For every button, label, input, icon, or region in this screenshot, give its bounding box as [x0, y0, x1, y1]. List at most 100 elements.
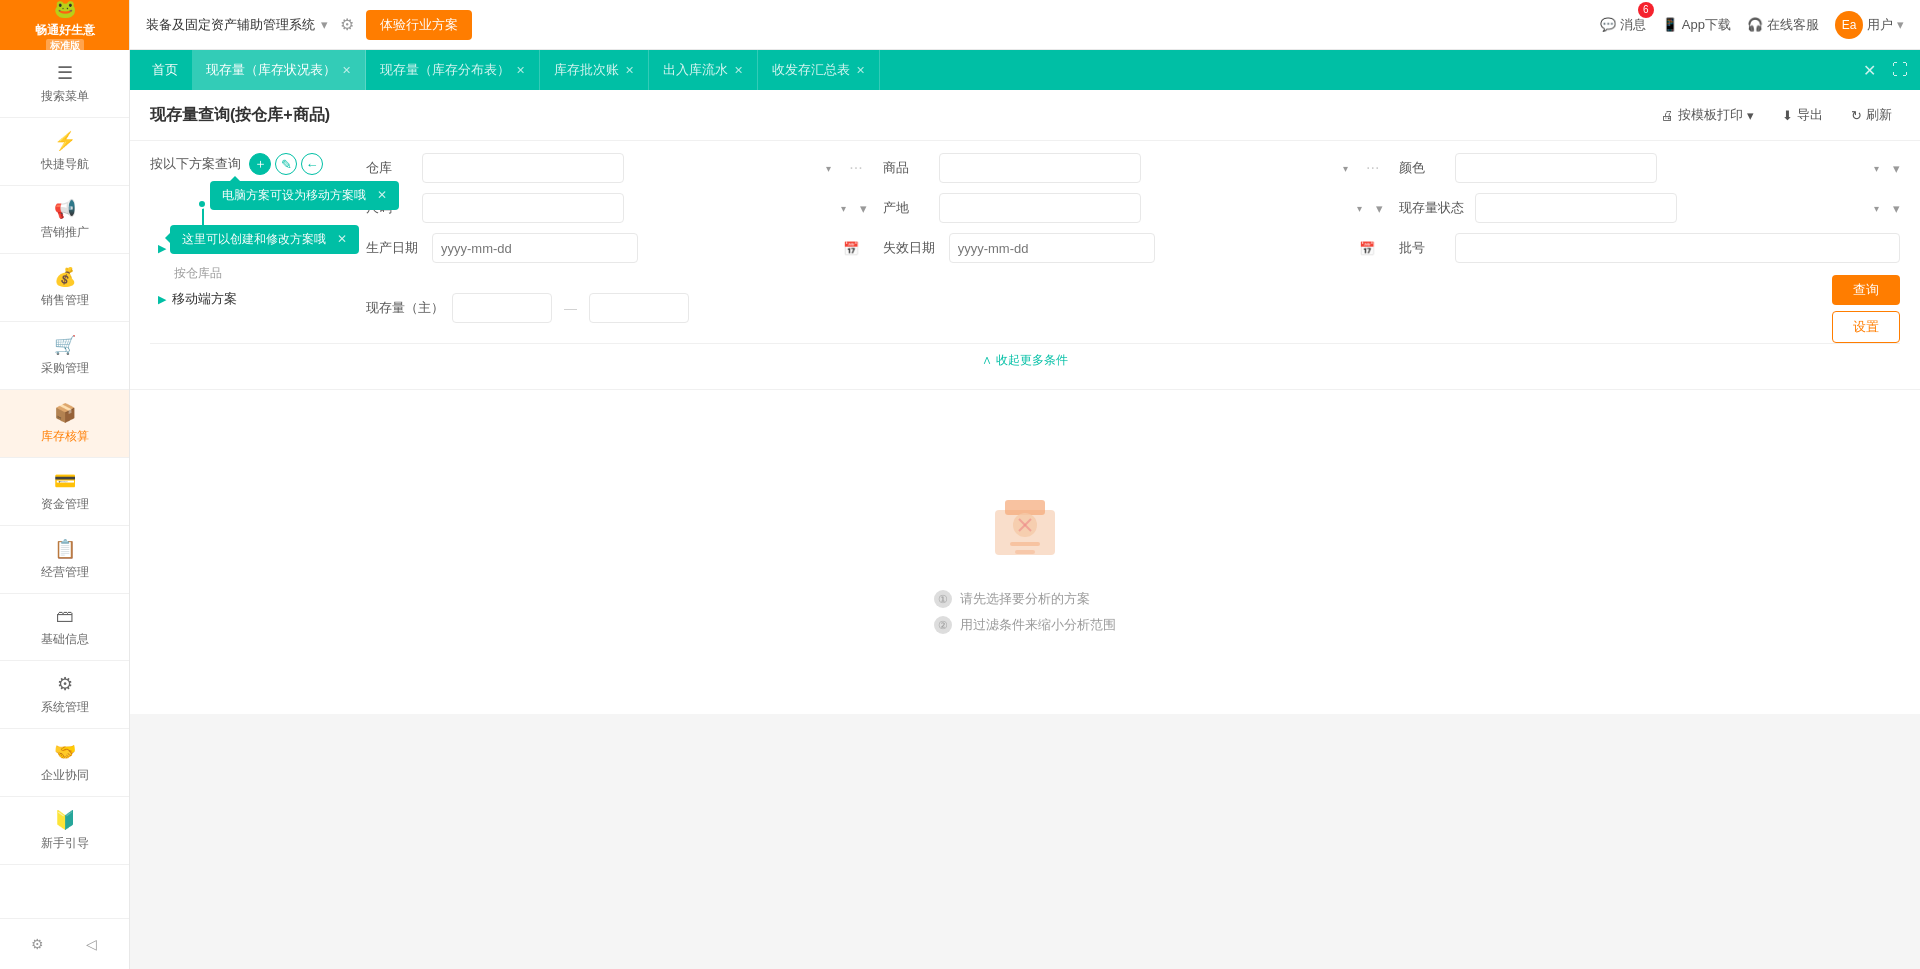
page-header: 现存量查询(按仓库+商品) 🖨 按模板打印 ▾ ⬇ 导出 ↻ 刷新: [130, 90, 1920, 141]
online-service-item[interactable]: 🎧 在线客服: [1747, 16, 1819, 34]
tab-in-out-flow[interactable]: 出入库流水 ✕: [649, 50, 758, 90]
sidebar-item-marketing[interactable]: 📢 营销推广: [0, 186, 129, 254]
collapse-btn[interactable]: ◁: [77, 929, 107, 959]
header-left: 装备及固定资产辅助管理系统 ▾ ⚙ 体验行业方案: [146, 10, 472, 40]
size-chevron-icon[interactable]: ▾: [860, 201, 867, 216]
batch-label: 批号: [1399, 239, 1449, 257]
tip-num-2: ②: [934, 616, 952, 634]
print-template-label: 按模板打印: [1678, 106, 1743, 124]
batch-input[interactable]: [1455, 233, 1900, 263]
tab-inventory-dist[interactable]: 现存量（库存分布表） ✕: [366, 50, 540, 90]
size-input[interactable]: [422, 193, 624, 223]
origin-select-wrap: [939, 193, 1371, 223]
tab-receive-summary-label: 收发存汇总表: [772, 61, 850, 79]
tab-receive-summary[interactable]: 收发存汇总表 ✕: [758, 50, 880, 90]
production-date-input[interactable]: [432, 233, 638, 263]
print-icon: 🖨: [1661, 108, 1674, 123]
sidebar-item-inventory[interactable]: 📦 库存核算: [0, 390, 129, 458]
sidebar-item-quick-nav[interactable]: ⚡ 快捷导航: [0, 118, 129, 186]
sidebar-item-search-menu[interactable]: ☰ 搜索菜单: [0, 50, 129, 118]
sidebar-item-base-info[interactable]: 🗃 基础信息: [0, 594, 129, 661]
tab-close-icon[interactable]: ✕: [516, 64, 525, 77]
filter-area: 按以下方案查询 ＋ ✎ ← 电脑方案可设为移动方案哦 ✕: [130, 141, 1920, 390]
stock-status-chevron-icon[interactable]: ▾: [1893, 201, 1900, 216]
add-scheme-icon[interactable]: ＋: [249, 153, 271, 175]
print-template-btn[interactable]: 🖨 按模板打印 ▾: [1653, 102, 1762, 128]
stock-main-from-input[interactable]: [452, 293, 552, 323]
sidebar-item-purchase[interactable]: 🛒 采购管理: [0, 322, 129, 390]
filter-label: 按以下方案查询: [150, 155, 241, 173]
notification-item[interactable]: 💬 6 消息: [1600, 16, 1646, 34]
empty-illustration: [975, 470, 1075, 570]
tab-close-icon[interactable]: ✕: [342, 64, 351, 77]
export-btn[interactable]: ⬇ 导出: [1774, 102, 1831, 128]
stock-status-select-wrap: [1475, 193, 1887, 223]
color-chevron-icon[interactable]: ▾: [1893, 161, 1900, 176]
sidebar-item-enterprise[interactable]: 🤝 企业协同: [0, 729, 129, 797]
settings-btn[interactable]: ⚙: [22, 929, 52, 959]
filter-row-4: 现存量（主） — 查询 设置: [366, 273, 1900, 343]
tabs-bar: 首页 现存量（库存状况表） ✕ 现存量（库存分布表） ✕ 库存批次账 ✕ 出入库…: [130, 50, 1920, 90]
create-tooltip-close[interactable]: ✕: [337, 232, 347, 246]
origin-input[interactable]: [939, 193, 1141, 223]
sidebar-item-sales[interactable]: 💰 销售管理: [0, 254, 129, 322]
refresh-label: 刷新: [1866, 106, 1892, 124]
empty-state: ① 请先选择要分析的方案 ② 用过滤条件来缩小分析范围: [130, 390, 1920, 714]
tab-close-icon[interactable]: ✕: [856, 64, 865, 77]
avatar: Ea: [1835, 11, 1863, 39]
tab-inventory-status[interactable]: 现存量（库存状况表） ✕: [192, 50, 366, 90]
calendar-icon[interactable]: 📅: [1359, 241, 1375, 256]
refresh-icon: ↻: [1851, 108, 1862, 123]
avatar-text: Ea: [1842, 18, 1857, 32]
svg-rect-6: [1015, 550, 1035, 554]
sidebar-item-system[interactable]: ⚙ 系统管理: [0, 661, 129, 729]
logo: 🐸 畅通好生意 标准版: [0, 0, 129, 50]
goods-input[interactable]: [939, 153, 1141, 183]
warehouse-input[interactable]: [422, 153, 624, 183]
sidebar-item-label: 营销推广: [41, 224, 89, 241]
warehouse-field: 仓库 ···: [366, 153, 867, 183]
edit-scheme-icon[interactable]: ✎: [275, 153, 297, 175]
stock-status-input[interactable]: [1475, 193, 1677, 223]
back-scheme-icon[interactable]: ←: [301, 153, 323, 175]
tab-home[interactable]: 首页: [138, 50, 192, 90]
mobile-scheme-arrow-icon: ▶: [158, 293, 166, 306]
expire-date-input[interactable]: [949, 233, 1155, 263]
reset-button[interactable]: 设置: [1832, 311, 1900, 343]
color-field: 颜色 ▾: [1399, 153, 1900, 183]
goods-more-icon[interactable]: ···: [1362, 159, 1383, 177]
production-date-wrap: 📅: [432, 233, 867, 263]
tab-close-all-icon[interactable]: ✕: [1859, 57, 1880, 84]
sidebar-item-label: 企业协同: [41, 767, 89, 784]
empty-tip-2-text: 用过滤条件来缩小分析范围: [960, 616, 1116, 634]
color-input[interactable]: [1455, 153, 1657, 183]
origin-chevron-icon[interactable]: ▾: [1376, 201, 1383, 216]
service-icon: 🎧: [1747, 17, 1763, 32]
sidebar-item-operations[interactable]: 📋 经营管理: [0, 526, 129, 594]
trial-btn[interactable]: 体验行业方案: [366, 10, 472, 40]
sidebar-item-finance[interactable]: 💳 资金管理: [0, 458, 129, 526]
tab-batch-ledger[interactable]: 库存批次账 ✕: [540, 50, 649, 90]
user-item[interactable]: Ea 用户 ▾: [1835, 11, 1904, 39]
sidebar-item-guide[interactable]: 🔰 新手引导: [0, 797, 129, 865]
search-btns: 查询 设置: [1832, 273, 1900, 343]
batch-field: 批号: [1399, 233, 1900, 263]
scheme-tooltip-text: 电脑方案可设为移动方案哦: [222, 188, 366, 202]
refresh-btn[interactable]: ↻ 刷新: [1843, 102, 1900, 128]
tab-close-icon[interactable]: ✕: [625, 64, 634, 77]
tab-close-icon[interactable]: ✕: [734, 64, 743, 77]
scheme-tooltip-close[interactable]: ✕: [377, 188, 387, 202]
app-download-item[interactable]: 📱 App下载: [1662, 16, 1731, 34]
calendar-icon[interactable]: 📅: [843, 241, 859, 256]
pc-scheme-sub[interactable]: 按仓库品: [150, 261, 320, 286]
tab-in-out-flow-label: 出入库流水: [663, 61, 728, 79]
search-button[interactable]: 查询: [1832, 275, 1900, 305]
gear-icon[interactable]: ⚙: [340, 15, 354, 34]
collapse-bar[interactable]: ∧ 收起更多条件: [150, 343, 1900, 377]
stock-main-to-input[interactable]: [589, 293, 689, 323]
enterprise-icon: 🤝: [54, 741, 76, 763]
stock-main-field: 现存量（主） —: [366, 293, 689, 323]
mobile-scheme-node[interactable]: ▶ 移动端方案: [150, 286, 320, 312]
tab-fullscreen-icon[interactable]: ⛶: [1888, 57, 1912, 83]
warehouse-more-icon[interactable]: ···: [845, 159, 866, 177]
